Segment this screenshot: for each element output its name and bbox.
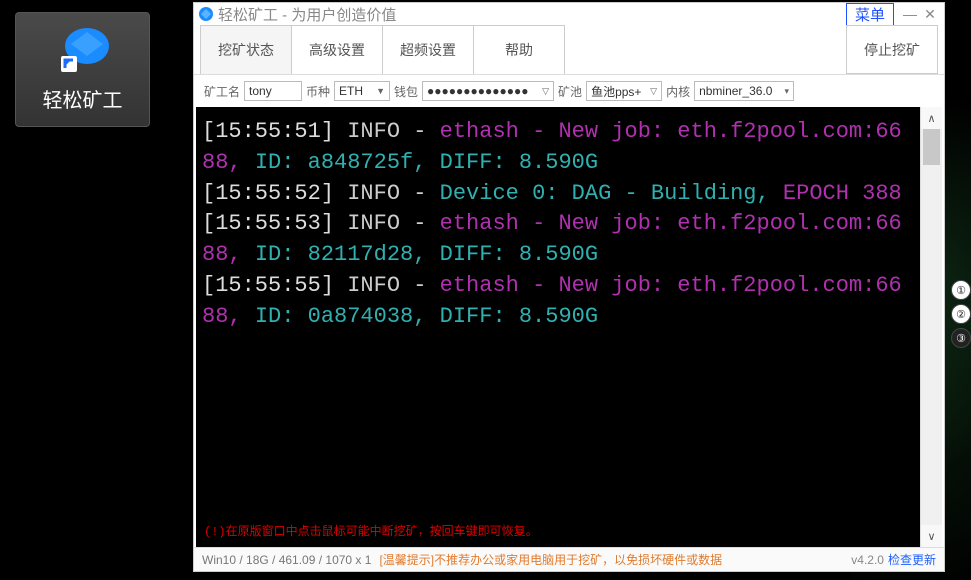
desktop-shortcut[interactable]: 轻松矿工 (15, 12, 150, 127)
tab-advanced[interactable]: 高级设置 (291, 25, 383, 74)
close-button[interactable]: ✕ (920, 5, 940, 23)
check-update-link[interactable]: 检查更新 (888, 551, 936, 568)
worker-input[interactable] (244, 81, 302, 101)
console-line: [15:55:51] INFO - ethash - New job: eth.… (202, 117, 914, 179)
status-bar: Win10 / 18G / 461.09 / 1070 x 1 [温馨提示]不推… (194, 547, 944, 571)
status-hint: [温馨提示]不推荐办公或家用电脑用于挖矿，以免损坏硬件或数据 (379, 551, 722, 568)
app-icon (53, 26, 113, 76)
console-line: [15:55:52] INFO - Device 0: DAG - Buildi… (202, 179, 914, 210)
pool-label: 矿池 (558, 83, 582, 100)
worker-label: 矿工名 (204, 83, 240, 100)
pager-3[interactable]: ③ (951, 328, 971, 348)
app-window: 轻松矿工 - 为用户创造价值 菜单 — ✕ 挖矿状态 高级设置 超频设置 帮助 … (193, 2, 945, 572)
kernel-select[interactable]: nbminer_36.0 ▾ (694, 81, 794, 101)
window-title: 轻松矿工 - 为用户创造价值 (218, 4, 846, 25)
menu-button[interactable]: 菜单 (846, 3, 894, 26)
scrollbar: ∧ ∨ (920, 107, 942, 547)
minimize-button[interactable]: — (900, 5, 920, 23)
scroll-down-button[interactable]: ∨ (921, 525, 942, 547)
scroll-up-button[interactable]: ∧ (921, 107, 942, 129)
wallet-label: 钱包 (394, 83, 418, 100)
tab-overclock[interactable]: 超频设置 (382, 25, 474, 74)
titlebar: 轻松矿工 - 为用户创造价值 菜单 — ✕ (194, 3, 944, 25)
pool-select[interactable]: 鱼池pps+ ▽ (586, 81, 662, 101)
console-area: [15:55:51] INFO - ethash - New job: eth.… (196, 107, 942, 547)
stop-mining-button[interactable]: 停止挖矿 (846, 25, 938, 74)
chevron-down-icon: ▽ (542, 86, 549, 97)
chevron-down-icon: ▽ (650, 86, 657, 97)
console-warning: (!)在原版窗口中点击鼠标可能中断挖矿，按回车键即可恢复。 (204, 524, 538, 541)
app-logo-icon (198, 6, 214, 22)
scroll-thumb[interactable] (923, 129, 940, 165)
pool-value: 鱼池pps+ (591, 83, 641, 100)
wallet-select[interactable]: ●●●●●●●●●●●●●● ▽ (422, 81, 554, 101)
wallet-value: ●●●●●●●●●●●●●● (427, 84, 528, 98)
params-row: 矿工名 币种 ETH ▼ 钱包 ●●●●●●●●●●●●●● ▽ 矿池 鱼池pp… (194, 75, 944, 107)
console-line: [15:55:53] INFO - ethash - New job: eth.… (202, 209, 914, 271)
chevron-down-icon: ▼ (376, 86, 385, 96)
coin-label: 币种 (306, 83, 330, 100)
scroll-track[interactable] (921, 129, 942, 525)
pager-2[interactable]: ② (951, 304, 971, 324)
desktop-shortcut-label: 轻松矿工 (43, 84, 123, 113)
tab-help[interactable]: 帮助 (473, 25, 565, 74)
side-pager: ① ② ③ (951, 280, 971, 348)
pager-1[interactable]: ① (951, 280, 971, 300)
console-line: [15:55:55] INFO - ethash - New job: eth.… (202, 271, 914, 333)
coin-select[interactable]: ETH ▼ (334, 81, 390, 101)
tab-row: 挖矿状态 高级设置 超频设置 帮助 停止挖矿 (194, 25, 944, 75)
chevron-down-icon: ▾ (785, 86, 790, 97)
version-label: v4.2.0 (851, 553, 884, 567)
kernel-label: 内核 (666, 83, 690, 100)
kernel-value: nbminer_36.0 (699, 84, 772, 98)
tab-mining-status[interactable]: 挖矿状态 (200, 25, 292, 74)
coin-value: ETH (339, 84, 363, 98)
console-output[interactable]: [15:55:51] INFO - ethash - New job: eth.… (196, 107, 920, 547)
system-info: Win10 / 18G / 461.09 / 1070 x 1 (202, 553, 371, 567)
